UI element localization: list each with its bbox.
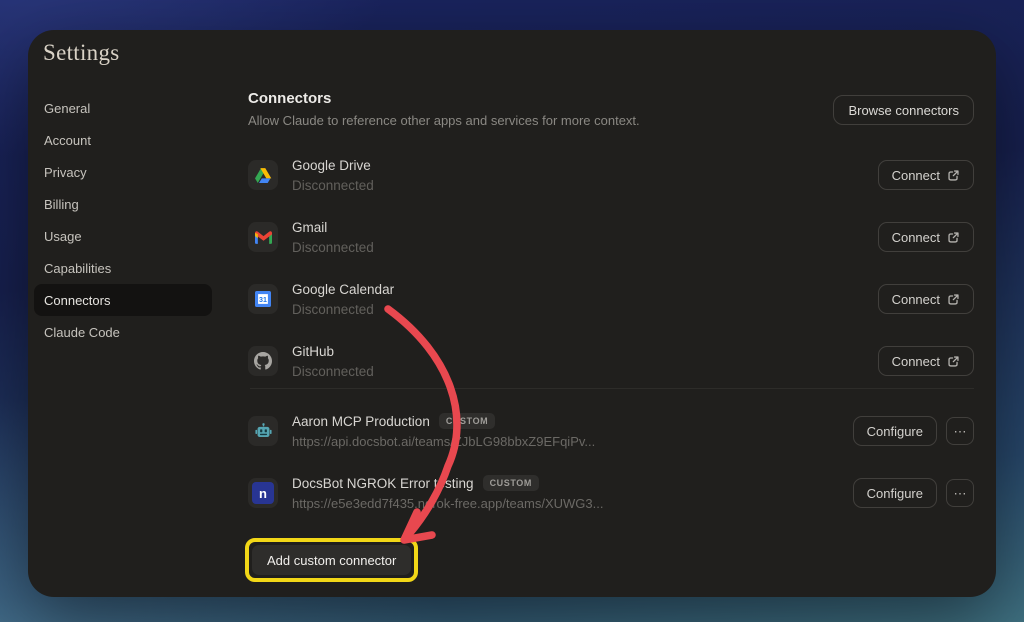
ellipsis-icon: ⋯: [953, 423, 967, 439]
sidebar-item-label: Account: [44, 132, 91, 148]
ellipsis-icon: ⋯: [953, 485, 967, 501]
svg-text:n: n: [259, 486, 267, 501]
external-link-icon: [947, 231, 960, 244]
add-custom-connector-button[interactable]: Add custom connector: [252, 545, 412, 575]
annotation-highlight-box: Add custom connector: [245, 538, 419, 582]
configure-button[interactable]: Configure: [852, 416, 937, 446]
sidebar-item-label: Connectors: [44, 292, 111, 308]
connector-row: 31 Google Calendar Disconnected Connect: [248, 276, 974, 322]
connect-label: Connect: [891, 291, 940, 307]
connector-url: https://e5e3edd7f435.ngrok-free.app/team…: [292, 496, 604, 511]
google-calendar-icon: 31: [248, 284, 278, 314]
connector-name: Gmail: [292, 219, 328, 235]
sidebar-item[interactable]: Claude Code: [34, 316, 212, 348]
sidebar-item[interactable]: Capabilities: [34, 252, 212, 284]
custom-badge: CUSTOM: [482, 475, 539, 491]
custom-connector-list: Aaron MCP Production CUSTOM https://api.…: [248, 408, 974, 532]
add-custom-connector-label: Add custom connector: [267, 552, 397, 568]
connectors-main: Connectors Allow Claude to reference oth…: [248, 30, 974, 597]
sidebar-item-label: Capabilities: [44, 260, 112, 276]
connector-name: Google Calendar: [292, 281, 395, 297]
sidebar-item[interactable]: Usage: [34, 220, 212, 252]
gmail-icon: [248, 222, 278, 252]
connect-button[interactable]: Connect: [877, 160, 974, 190]
connector-url: https://api.docsbot.ai/teams/ZJbLG98bbxZ…: [292, 434, 596, 449]
page-title: Settings: [43, 40, 120, 65]
sidebar-item-label: Claude Code: [44, 324, 120, 340]
connector-row: Google Drive Disconnected Connect: [248, 152, 974, 198]
connector-name: Google Drive: [292, 157, 371, 173]
custom-connector-row: n DocsBot NGROK Error testing CUSTOM htt…: [248, 470, 974, 516]
sidebar-item[interactable]: General: [34, 92, 212, 124]
connector-row: GitHub Disconnected Connect: [248, 338, 974, 384]
sidebar-item-label: General: [44, 100, 91, 116]
section-heading: Connectors: [248, 90, 332, 107]
settings-sidebar: General Account Privacy Billing Usage Ca…: [34, 92, 212, 348]
connector-status: Disconnected: [292, 177, 374, 193]
svg-text:31: 31: [259, 296, 267, 304]
connector-status: Disconnected: [292, 301, 374, 317]
settings-panel: Settings General Account Privacy Billing…: [28, 30, 996, 597]
sidebar-item[interactable]: Connectors: [34, 284, 212, 316]
external-link-icon: [947, 355, 960, 368]
list-divider: [250, 388, 974, 389]
connector-status: Disconnected: [292, 239, 374, 255]
connector-list: Google Drive Disconnected Connect Gmail …: [248, 152, 974, 400]
connector-row: Gmail Disconnected Connect: [248, 214, 974, 260]
sidebar-item[interactable]: Account: [34, 124, 212, 156]
connect-button[interactable]: Connect: [877, 222, 974, 252]
connect-label: Connect: [891, 167, 940, 183]
configure-label: Configure: [866, 423, 923, 439]
sidebar-item-label: Billing: [44, 196, 79, 212]
custom-connector-row: Aaron MCP Production CUSTOM https://api.…: [248, 408, 974, 454]
connector-name: Aaron MCP Production: [292, 413, 430, 429]
connect-button[interactable]: Connect: [877, 346, 974, 376]
sidebar-item-label: Privacy: [44, 164, 87, 180]
sidebar-item[interactable]: Billing: [34, 188, 212, 220]
sidebar-item-label: Usage: [44, 228, 82, 244]
browse-connectors-button[interactable]: Browse connectors: [833, 95, 974, 125]
section-description: Allow Claude to reference other apps and…: [248, 113, 640, 128]
configure-label: Configure: [866, 485, 923, 501]
ngrok-n-icon: n: [248, 478, 278, 508]
google-drive-icon: [248, 160, 278, 190]
external-link-icon: [947, 169, 960, 182]
robot-icon: [248, 416, 278, 446]
connector-status: Disconnected: [292, 363, 374, 379]
github-icon: [248, 346, 278, 376]
more-options-button[interactable]: ⋯: [946, 479, 974, 507]
connector-name: DocsBot NGROK Error testing: [292, 475, 474, 491]
connect-button[interactable]: Connect: [877, 284, 974, 314]
sidebar-item[interactable]: Privacy: [34, 156, 212, 188]
more-options-button[interactable]: ⋯: [946, 417, 974, 445]
configure-button[interactable]: Configure: [852, 478, 937, 508]
connector-name: GitHub: [292, 343, 335, 359]
connect-label: Connect: [891, 229, 940, 245]
external-link-icon: [947, 293, 960, 306]
browse-connectors-label: Browse connectors: [848, 102, 959, 118]
connect-label: Connect: [891, 353, 940, 369]
custom-badge: CUSTOM: [438, 413, 496, 429]
